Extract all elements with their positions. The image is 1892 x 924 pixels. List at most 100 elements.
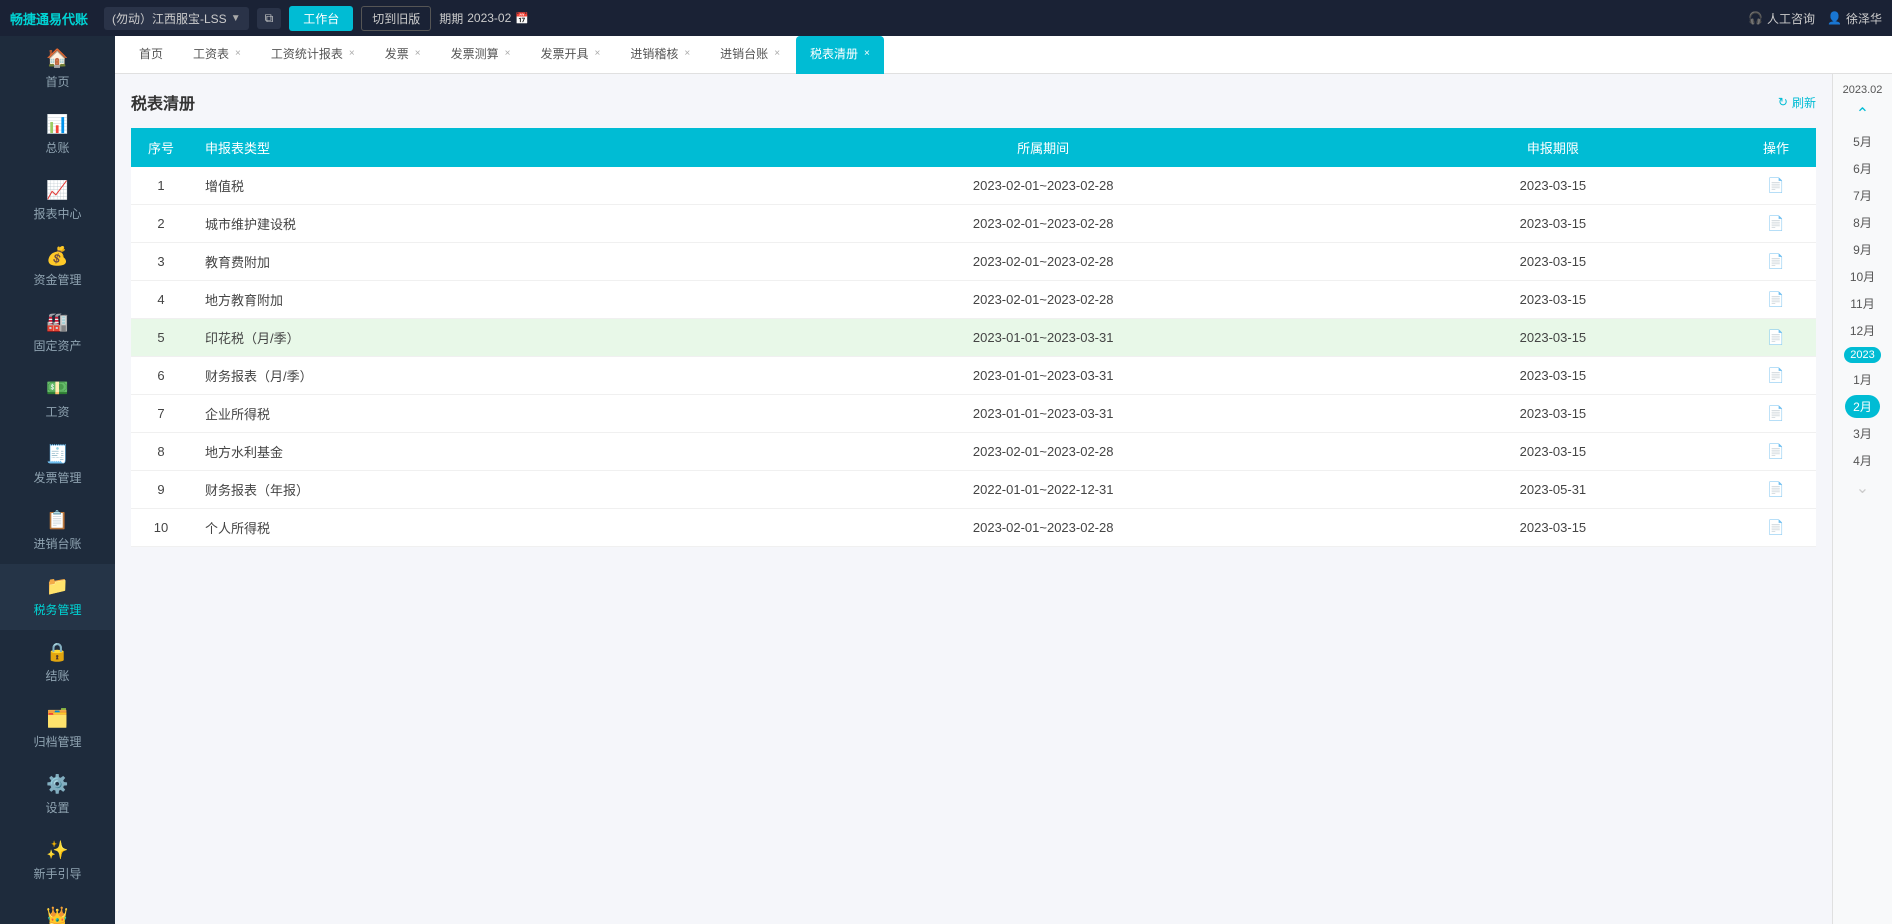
sidebar-label-ledger: 总账 — [45, 139, 69, 156]
date-panel-month-1[interactable]: 1月 — [1833, 366, 1892, 393]
cell-action[interactable]: 📄 — [1736, 509, 1816, 547]
action-doc-icon[interactable]: 📄 — [1767, 177, 1784, 193]
tab-salary-table[interactable]: 工资表 × — [179, 36, 255, 74]
action-doc-icon[interactable]: 📄 — [1767, 519, 1784, 535]
workbench-button[interactable]: 工作台 — [289, 6, 353, 31]
sidebar-label-assets: 固定资产 — [33, 337, 81, 354]
col-action: 操作 — [1736, 128, 1816, 167]
date-panel-month-4[interactable]: 4月 — [1833, 447, 1892, 474]
sidebar-item-settings[interactable]: ⚙️ 设置 — [0, 762, 115, 828]
tab-salary-table-close[interactable]: × — [235, 48, 241, 59]
tab-purchase-audit-close[interactable]: × — [684, 48, 690, 59]
calendar-icon[interactable]: 📅 — [515, 12, 529, 25]
tab-invoice-label: 发票 — [385, 45, 409, 62]
tax-icon: 📁 — [46, 576, 68, 597]
date-panel-down-btn[interactable]: ⌄ — [1856, 478, 1869, 498]
tab-purchase-ledger[interactable]: 进销台账 × — [706, 36, 794, 74]
cell-action[interactable]: 📄 — [1736, 243, 1816, 281]
sidebar-item-member[interactable]: 👑 畅会员 — [0, 894, 115, 924]
tab-invoice-issue-close[interactable]: × — [594, 48, 600, 59]
tab-salary-stats[interactable]: 工资统计报表 × — [257, 36, 369, 74]
close-books-icon: 🔒 — [46, 642, 68, 663]
tab-invoice-close[interactable]: × — [415, 48, 421, 59]
sidebar-label-salary: 工资 — [45, 403, 69, 420]
archive-icon: 🗂️ — [46, 708, 68, 729]
sidebar-item-salary[interactable]: 💵 工资 — [0, 366, 115, 432]
date-panel-year-2023[interactable]: 2023 — [1844, 347, 1880, 363]
sidebar-item-reports[interactable]: 📈 报表中心 — [0, 168, 115, 234]
sidebar-item-guide[interactable]: ✨ 新手引导 — [0, 828, 115, 894]
tab-salary-stats-close[interactable]: × — [349, 48, 355, 59]
cell-action[interactable]: 📄 — [1736, 205, 1816, 243]
switch-old-button[interactable]: 切到旧版 — [361, 6, 431, 31]
cell-action[interactable]: 📄 — [1736, 395, 1816, 433]
action-doc-icon[interactable]: 📄 — [1767, 329, 1784, 345]
sidebar-item-archive[interactable]: 🗂️ 归档管理 — [0, 696, 115, 762]
cell-action[interactable]: 📄 — [1736, 471, 1816, 509]
action-doc-icon[interactable]: 📄 — [1767, 443, 1784, 459]
cell-type: 教育费附加 — [191, 243, 717, 281]
cell-deadline: 2023-03-15 — [1370, 433, 1736, 471]
ai-consult-btn[interactable]: 🎧 人工咨询 — [1748, 10, 1815, 27]
cell-deadline: 2023-03-15 — [1370, 395, 1736, 433]
sidebar-item-home[interactable]: 🏠 首页 — [0, 36, 115, 102]
cell-action[interactable]: 📄 — [1736, 433, 1816, 471]
action-doc-icon[interactable]: 📄 — [1767, 481, 1784, 497]
date-panel-month-12[interactable]: 12月 — [1833, 317, 1892, 344]
action-doc-icon[interactable]: 📄 — [1767, 253, 1784, 269]
tab-invoice-issue[interactable]: 发票开具 × — [526, 36, 614, 74]
col-type: 申报表类型 — [191, 128, 717, 167]
cell-period: 2023-02-01~2023-02-28 — [717, 433, 1370, 471]
date-panel-month-3[interactable]: 3月 — [1833, 420, 1892, 447]
tab-invoice-calc[interactable]: 发票测算 × — [437, 36, 525, 74]
date-panel-month-11[interactable]: 11月 — [1833, 290, 1892, 317]
action-doc-icon[interactable]: 📄 — [1767, 291, 1784, 307]
company-selector[interactable]: (勿动）江西服宝-LSS ▼ — [104, 7, 249, 30]
action-doc-icon[interactable]: 📄 — [1767, 215, 1784, 231]
sidebar-item-funds[interactable]: 💰 资金管理 — [0, 234, 115, 300]
cell-deadline: 2023-03-15 — [1370, 243, 1736, 281]
tab-home[interactable]: 首页 — [125, 36, 177, 74]
topbar: 畅捷通易代账 (勿动）江西服宝-LSS ▼ ⧉ 工作台 切到旧版 期期 2023… — [0, 0, 1892, 36]
cell-no: 3 — [131, 243, 191, 281]
sidebar-item-ledger[interactable]: 📊 总账 — [0, 102, 115, 168]
copy-icon-btn[interactable]: ⧉ — [257, 8, 282, 29]
sidebar-item-purchase-sales[interactable]: 📋 进销台账 — [0, 498, 115, 564]
tab-purchase-audit[interactable]: 进销稽核 × — [616, 36, 704, 74]
cell-type: 地方水利基金 — [191, 433, 717, 471]
refresh-button[interactable]: ↻ 刷新 — [1778, 94, 1816, 111]
action-doc-icon[interactable]: 📄 — [1767, 367, 1784, 383]
cell-action[interactable]: 📄 — [1736, 281, 1816, 319]
table-row: 9财务报表（年报）2022-01-01~2022-12-312023-05-31… — [131, 471, 1816, 509]
cell-type: 印花税（月/季） — [191, 319, 717, 357]
settings-icon: ⚙️ — [46, 774, 68, 795]
col-period: 所属期间 — [717, 128, 1370, 167]
tab-invoice[interactable]: 发票 × — [371, 36, 435, 74]
date-panel-up-btn[interactable]: ⌃ — [1856, 104, 1869, 124]
user-menu[interactable]: 👤 徐泽华 — [1827, 10, 1882, 27]
date-panel-month-6[interactable]: 6月 — [1833, 155, 1892, 182]
cell-no: 10 — [131, 509, 191, 547]
table-row: 5印花税（月/季）2023-01-01~2023-03-312023-03-15… — [131, 319, 1816, 357]
sidebar-item-tax[interactable]: 📁 税务管理 — [0, 564, 115, 630]
cell-period: 2023-02-01~2023-02-28 — [717, 205, 1370, 243]
sidebar-label-funds: 资金管理 — [33, 271, 81, 288]
sidebar-item-invoice-mgmt[interactable]: 🧾 发票管理 — [0, 432, 115, 498]
cell-action[interactable]: 📄 — [1736, 357, 1816, 395]
sidebar-item-close[interactable]: 🔒 结账 — [0, 630, 115, 696]
cell-action[interactable]: 📄 — [1736, 319, 1816, 357]
date-panel-month-5[interactable]: 5月 — [1833, 128, 1892, 155]
tab-tax-register[interactable]: 税表清册 × — [796, 36, 884, 74]
date-panel-month-9[interactable]: 9月 — [1833, 236, 1892, 263]
action-doc-icon[interactable]: 📄 — [1767, 405, 1784, 421]
sidebar-item-assets[interactable]: 🏭 固定资产 — [0, 300, 115, 366]
tab-invoice-calc-close[interactable]: × — [505, 48, 511, 59]
tab-purchase-ledger-close[interactable]: × — [774, 48, 780, 59]
date-panel-month-2-active[interactable]: 2月 — [1845, 395, 1880, 418]
cell-action[interactable]: 📄 — [1736, 167, 1816, 205]
date-panel-month-8[interactable]: 8月 — [1833, 209, 1892, 236]
date-panel-month-7[interactable]: 7月 — [1833, 182, 1892, 209]
date-panel-month-10[interactable]: 10月 — [1833, 263, 1892, 290]
tab-tax-register-close[interactable]: × — [864, 48, 870, 59]
salary-icon: 💵 — [46, 378, 68, 399]
